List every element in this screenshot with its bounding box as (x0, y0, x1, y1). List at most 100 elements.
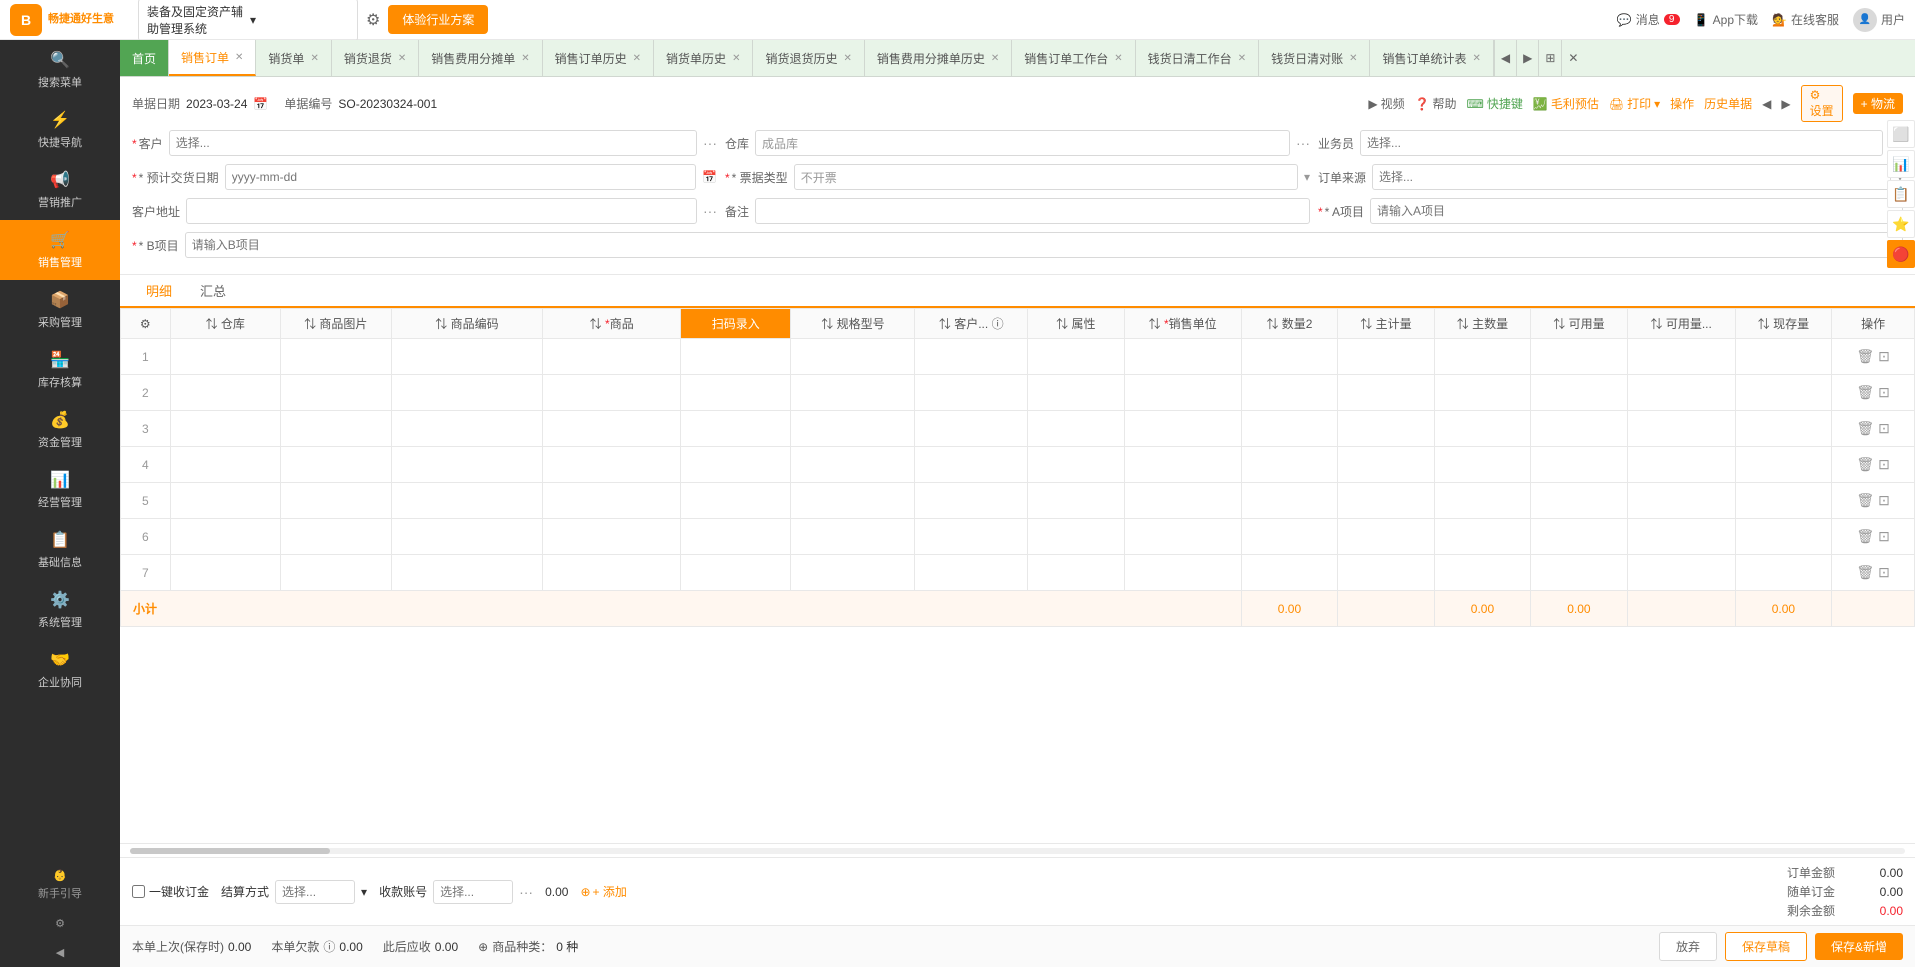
method-dropdown-icon[interactable]: ▾ (361, 885, 367, 899)
order-source-input[interactable] (1372, 164, 1891, 190)
row-copy-btn[interactable]: ⊡ (1878, 420, 1890, 437)
row-unit[interactable] (1124, 519, 1241, 555)
row-code[interactable] (391, 339, 543, 375)
th-avail[interactable]: ⇅ 可用量 (1531, 309, 1627, 339)
payment-checkbox-label[interactable]: 一键收订金 (132, 883, 209, 900)
row-customer-code[interactable] (915, 447, 1028, 483)
tab-summary[interactable]: 汇总 (186, 275, 240, 306)
sidebar-item-finance[interactable]: 💰 资金管理 (0, 400, 120, 460)
close-icon[interactable]: ✕ (398, 53, 406, 64)
payment-method-select[interactable] (275, 880, 355, 904)
row-delete-btn[interactable]: 🗑 (1856, 420, 1874, 437)
tab-fee-history[interactable]: 销售费用分摊单历史 ✕ (865, 40, 1012, 76)
row-product[interactable] (543, 555, 681, 591)
row-unit[interactable] (1124, 339, 1241, 375)
row-spec[interactable] (791, 519, 915, 555)
row-qty2[interactable] (1241, 483, 1337, 519)
row-main-qty[interactable] (1434, 483, 1530, 519)
row-unit[interactable] (1124, 483, 1241, 519)
row-qty2[interactable] (1241, 339, 1337, 375)
row-attr[interactable] (1028, 555, 1124, 591)
sidebar-item-purchase[interactable]: 📦 采购管理 (0, 280, 120, 340)
row-customer-code[interactable] (915, 375, 1028, 411)
row-spec[interactable] (791, 483, 915, 519)
operation-action[interactable]: 操作 (1670, 95, 1694, 112)
row-code[interactable] (391, 555, 543, 591)
tab-close-all-btn[interactable]: ✕ (1561, 40, 1584, 76)
account-more-btn[interactable]: ··· (519, 884, 533, 900)
row-customer-code[interactable] (915, 483, 1028, 519)
row-product[interactable] (543, 483, 681, 519)
tab-fee-split[interactable]: 销售费用分摊单 ✕ (419, 40, 542, 76)
sidebar-item-search[interactable]: 🔍 搜索菜单 (0, 40, 120, 100)
row-unit[interactable] (1124, 411, 1241, 447)
row-code[interactable] (391, 375, 543, 411)
th-spec[interactable]: ⇅ 规格型号 (791, 309, 915, 339)
row-unit[interactable] (1124, 555, 1241, 591)
row-copy-btn[interactable]: ⊡ (1878, 528, 1890, 545)
staff-input[interactable] (1360, 130, 1883, 156)
right-tool-1[interactable]: ⬜ (1887, 120, 1915, 148)
add-goods-button[interactable]: + 物流 (1853, 93, 1903, 114)
row-main-qty[interactable] (1434, 411, 1530, 447)
tab-workbench[interactable]: 销售订单工作台 ✕ (1012, 40, 1135, 76)
row-copy-btn[interactable]: ⊡ (1878, 564, 1890, 581)
sidebar-settings-btn[interactable]: ⚙ (0, 909, 120, 938)
add-payment-btn[interactable]: ⊕ + 添加 (580, 883, 626, 900)
row-qty2[interactable] (1241, 447, 1337, 483)
row-code[interactable] (391, 519, 543, 555)
th-sales-unit[interactable]: ⇅ *销售单位 (1124, 309, 1241, 339)
row-qty2[interactable] (1241, 411, 1337, 447)
customer-input[interactable] (169, 130, 697, 156)
row-spec[interactable] (791, 555, 915, 591)
note-input[interactable] (755, 198, 1310, 224)
close-icon[interactable]: ✕ (732, 53, 740, 64)
row-attr[interactable] (1028, 519, 1124, 555)
row-qty2[interactable] (1241, 519, 1337, 555)
row-code[interactable] (391, 411, 543, 447)
sidebar-item-shortcut[interactable]: ⚡ 快捷导航 (0, 100, 120, 160)
close-icon[interactable]: ✕ (1473, 53, 1481, 64)
page-next-btn[interactable]: ▶ (1781, 97, 1790, 111)
row-unit[interactable] (1124, 375, 1241, 411)
close-icon[interactable]: ✕ (633, 53, 641, 64)
row-main-qty[interactable] (1434, 519, 1530, 555)
row-delete-btn[interactable]: 🗑 (1856, 384, 1874, 401)
th-settings[interactable]: ⚙ (121, 309, 171, 339)
tab-order-history[interactable]: 销售订单历史 ✕ (543, 40, 654, 76)
row-attr[interactable] (1028, 375, 1124, 411)
tab-more-btn[interactable]: ⊞ (1538, 40, 1561, 76)
th-code[interactable]: ⇅ 商品编码 (391, 309, 543, 339)
sidebar-item-sales[interactable]: 🛒 销售管理 (0, 220, 120, 280)
row-warehouse[interactable] (170, 519, 280, 555)
close-icon[interactable]: ✕ (1238, 53, 1246, 64)
row-attr[interactable] (1028, 447, 1124, 483)
tab-invoice-history[interactable]: 销货单历史 ✕ (654, 40, 753, 76)
tab-sales-return[interactable]: 销货退货 ✕ (332, 40, 419, 76)
address-more-btn[interactable]: ··· (703, 203, 717, 219)
history-action[interactable]: 历史单据 (1704, 95, 1752, 112)
th-image[interactable]: ⇅ 商品图片 (280, 309, 391, 339)
row-qty2[interactable] (1241, 555, 1337, 591)
tab-sales-order[interactable]: 销售订单 ✕ (169, 40, 256, 76)
profit-action[interactable]: 💹 毛利预估 (1533, 95, 1599, 112)
tab-next-btn[interactable]: ▶ (1516, 40, 1538, 76)
sidebar-item-guide[interactable]: 👶 新手引导 (0, 861, 120, 909)
gear-icon[interactable]: ⚙ (366, 10, 380, 30)
online-service-link[interactable]: 💁 在线客服 (1772, 11, 1839, 28)
warehouse-input[interactable] (755, 130, 1290, 156)
row-main-qty[interactable] (1434, 375, 1530, 411)
right-tool-4[interactable]: ⭐ (1887, 210, 1915, 238)
date-value[interactable]: 2023-03-24 (186, 97, 247, 111)
warehouse-more-btn[interactable]: ··· (1296, 135, 1310, 151)
close-icon[interactable]: ✕ (521, 53, 529, 64)
right-tool-3[interactable]: 📋 (1887, 180, 1915, 208)
sidebar-item-inventory[interactable]: 🏪 库存核算 (0, 340, 120, 400)
tab-detail[interactable]: 明细 (132, 275, 186, 308)
system-selector[interactable]: 装备及固定资产辅助管理系统 ▾ (138, 0, 358, 42)
view-action[interactable]: ▶ 视频 (1368, 95, 1404, 112)
right-tool-5[interactable]: 🔴 (1887, 240, 1915, 268)
message-icon[interactable]: 💬 消息 9 (1617, 11, 1680, 28)
shortcut-action[interactable]: ⌨ 快捷键 (1467, 95, 1523, 112)
tab-sales-order-close[interactable]: ✕ (235, 52, 243, 63)
